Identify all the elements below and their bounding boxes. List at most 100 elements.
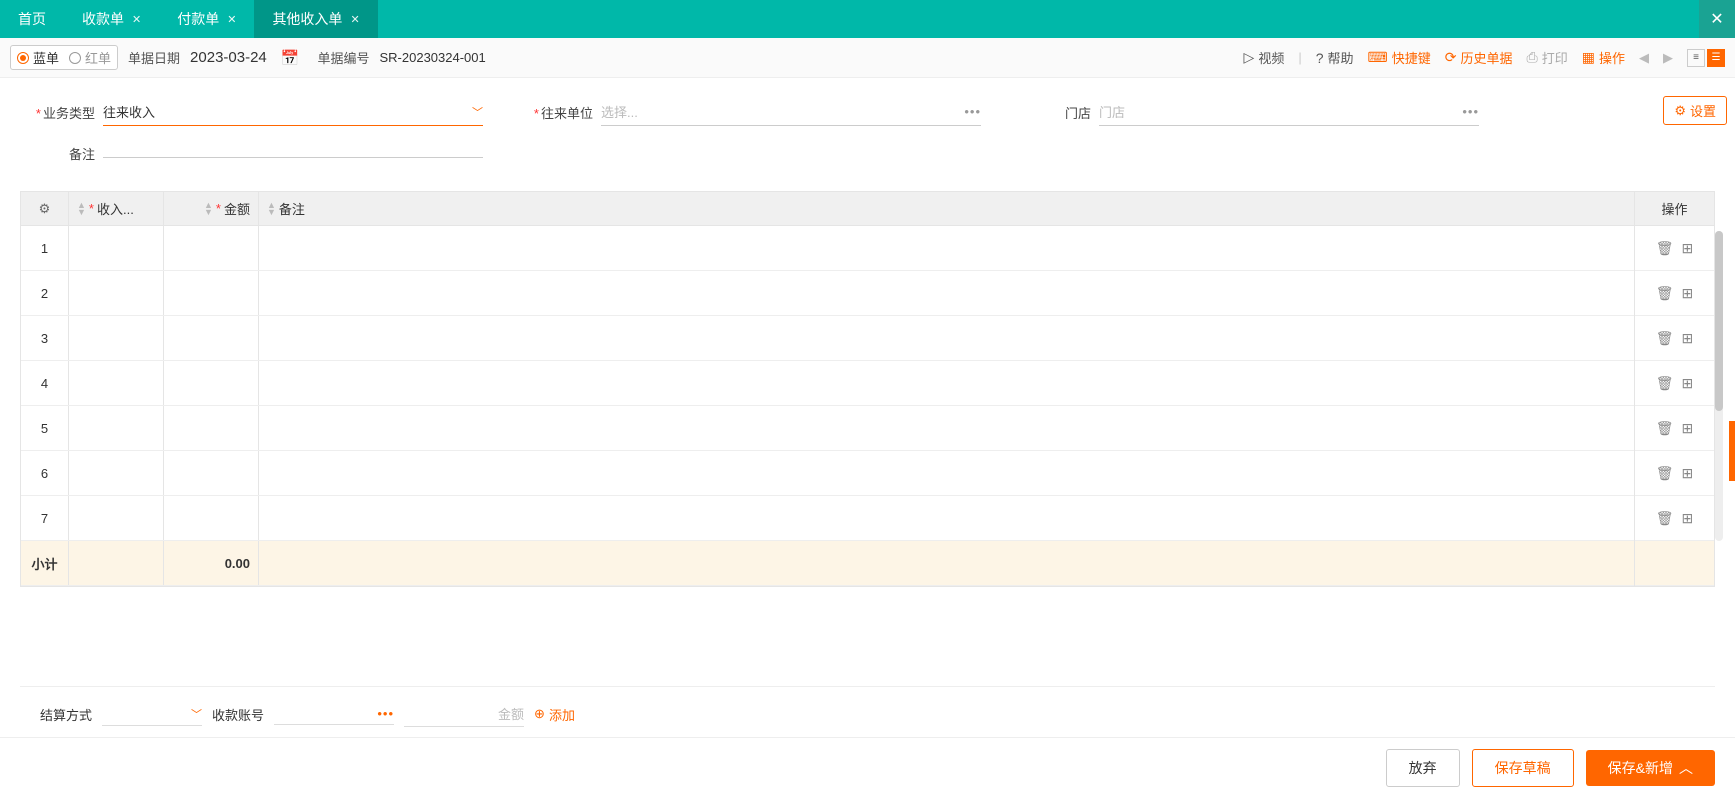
save-and-new-button[interactable]: 保存&新增︿ (1586, 750, 1715, 786)
delete-row-icon[interactable]: 🗑 (1656, 285, 1674, 302)
add-row-icon[interactable]: ⊞ (1682, 330, 1694, 347)
delete-row-icon[interactable]: 🗑 (1656, 510, 1674, 527)
tab-label: 首页 (18, 9, 46, 29)
scrollbar-thumb[interactable] (1715, 231, 1723, 411)
row-ops: 🗑⊞ (1635, 271, 1714, 316)
close-all-tabs[interactable]: ✕ (1699, 0, 1735, 38)
settlement-row: 结算方式 ﹀ 收款账号 ••• 金额 ⊕添加 (20, 686, 1715, 737)
play-icon: ▷ (1244, 49, 1255, 66)
add-row-icon[interactable]: ⊞ (1682, 285, 1694, 302)
radio-dot-icon (17, 52, 29, 64)
table-row[interactable]: 5 (21, 406, 1634, 451)
store-select[interactable]: 门店••• (1099, 98, 1479, 126)
field-remark: 备注 (25, 144, 483, 163)
calendar-icon[interactable]: 📅 (281, 49, 300, 67)
remark-input[interactable] (103, 149, 483, 158)
col-ops-header: 操作 (1635, 192, 1714, 226)
sort-icon: ▲▼ (267, 202, 276, 216)
table-row[interactable]: 6 (21, 451, 1634, 496)
settle-account-label: 收款账号 (212, 705, 264, 724)
close-icon[interactable]: ✕ (132, 13, 141, 26)
help-link[interactable]: ?帮助 (1316, 48, 1354, 67)
more-icon[interactable]: ••• (964, 104, 981, 119)
add-row-icon[interactable]: ⊞ (1682, 420, 1694, 437)
table-row[interactable]: 4 (21, 361, 1634, 406)
party-select[interactable]: 选择...••• (601, 98, 981, 126)
row-number: 6 (21, 451, 69, 495)
line-items-grid: ⚙ ▲▼*收入... ▲▼*金额 ▲▼备注 1 2 3 4 5 6 7 小计0.… (20, 191, 1715, 587)
add-row-icon[interactable]: ⊞ (1682, 375, 1694, 392)
col-remark[interactable]: ▲▼备注 (259, 192, 1634, 225)
add-row-icon[interactable]: ⊞ (1682, 510, 1694, 527)
nav-prev[interactable]: ◀ (1639, 50, 1649, 66)
history-link[interactable]: ⟳历史单据 (1445, 48, 1513, 67)
delete-row-icon[interactable]: 🗑 (1656, 465, 1674, 482)
sort-icon: ▲▼ (204, 202, 213, 216)
view-compact[interactable]: ≡ (1687, 49, 1705, 67)
view-detail[interactable]: ☰ (1707, 49, 1725, 67)
biztype-select[interactable]: 往来收入﹀ (103, 98, 483, 126)
date-label: 单据日期 (128, 48, 180, 67)
settle-method-select[interactable]: ﹀ (102, 703, 202, 726)
grid-header: ⚙ ▲▼*收入... ▲▼*金额 ▲▼备注 (21, 192, 1634, 226)
tab-label: 付款单 (177, 9, 219, 29)
field-label: 备注 (25, 144, 95, 163)
radio-red[interactable]: 红单 (69, 48, 111, 67)
chevron-down-icon: ﹀ (472, 104, 483, 120)
table-row[interactable]: 1 (21, 226, 1634, 271)
vertical-scrollbar[interactable] (1715, 231, 1723, 541)
delete-row-icon[interactable]: 🗑 (1656, 240, 1674, 257)
row-number: 1 (21, 226, 69, 270)
table-row[interactable]: 2 (21, 271, 1634, 316)
close-icon[interactable]: ✕ (227, 13, 236, 26)
history-icon: ⟳ (1445, 49, 1457, 66)
add-row-icon[interactable]: ⊞ (1682, 240, 1694, 257)
save-draft-button[interactable]: 保存草稿 (1472, 749, 1574, 787)
row-ops (1635, 541, 1714, 586)
grid-icon: ▦ (1582, 49, 1595, 66)
tab-receipt[interactable]: 收款单✕ (64, 0, 159, 38)
col-amount[interactable]: ▲▼*金额 (164, 192, 259, 225)
nav-next[interactable]: ▶ (1663, 50, 1673, 66)
more-icon[interactable]: ••• (377, 706, 394, 721)
grid-gear[interactable]: ⚙ (21, 192, 69, 225)
top-tabs: 首页 收款单✕ 付款单 ✕ 其他收入单✕ ✕ (0, 0, 1735, 38)
add-row-icon[interactable]: ⊞ (1682, 465, 1694, 482)
row-number: 3 (21, 316, 69, 360)
table-row[interactable]: 7 (21, 496, 1634, 541)
row-number: 2 (21, 271, 69, 315)
close-icon[interactable]: ✕ (350, 13, 359, 26)
discard-button[interactable]: 放弃 (1386, 749, 1460, 787)
radio-blue[interactable]: 蓝单 (17, 48, 59, 67)
gear-icon: ⚙ (1674, 103, 1686, 119)
field-biztype: *业务类型 往来收入﹀ (25, 98, 483, 126)
delete-row-icon[interactable]: 🗑 (1656, 375, 1674, 392)
ops-link[interactable]: ▦操作 (1582, 48, 1625, 67)
tab-other-income[interactable]: 其他收入单✕ (254, 0, 377, 38)
chevron-up-icon: ︿ (1679, 758, 1693, 778)
shortcut-link[interactable]: ⌨快捷键 (1368, 48, 1431, 67)
field-label: 业务类型 (43, 106, 95, 121)
table-row[interactable]: 3 (21, 316, 1634, 361)
row-ops: 🗑⊞ (1635, 361, 1714, 406)
chevron-down-icon: ﹀ (191, 706, 202, 722)
field-label: 往来单位 (541, 106, 593, 121)
settle-account-select[interactable]: ••• (274, 703, 394, 725)
settings-button[interactable]: ⚙设置 (1663, 96, 1727, 125)
row-ops: 🗑⊞ (1635, 226, 1714, 271)
tab-payment[interactable]: 付款单 ✕ (159, 0, 254, 38)
tab-home[interactable]: 首页 (0, 0, 64, 38)
delete-row-icon[interactable]: 🗑 (1656, 420, 1674, 437)
print-link[interactable]: ⎙打印 (1527, 48, 1568, 67)
date-value[interactable]: 2023-03-24 (190, 49, 267, 66)
col-income[interactable]: ▲▼*收入... (69, 192, 164, 225)
document-bar: 蓝单 红单 单据日期 2023-03-24 📅 单据编号 SR-20230324… (0, 38, 1735, 78)
video-link[interactable]: ▷视频 (1244, 48, 1285, 67)
delete-row-icon[interactable]: 🗑 (1656, 330, 1674, 347)
subtotal-label: 小计 (21, 541, 69, 585)
more-icon[interactable]: ••• (1462, 104, 1479, 119)
settle-amount-input[interactable]: 金额 (404, 701, 524, 727)
add-settlement-button[interactable]: ⊕添加 (534, 705, 575, 724)
settle-method-label: 结算方式 (40, 705, 92, 724)
row-number: 7 (21, 496, 69, 540)
